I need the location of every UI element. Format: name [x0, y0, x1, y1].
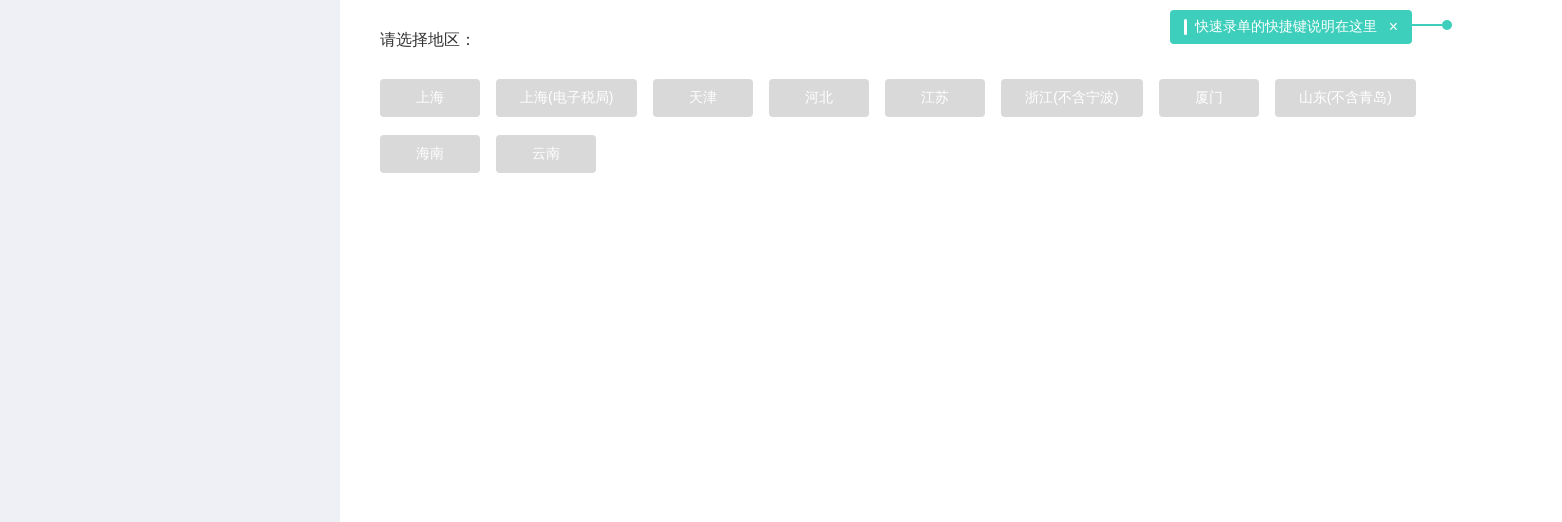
region-button-hainan[interactable]: 海南	[380, 135, 480, 173]
region-button-tianjin[interactable]: 天津	[653, 79, 753, 117]
tooltip-close-button[interactable]: ×	[1389, 19, 1398, 35]
region-button-shanghai-etax[interactable]: 上海(电子税局)	[496, 79, 637, 117]
region-button-shanghai[interactable]: 上海	[380, 79, 480, 117]
left-sidebar	[0, 0, 340, 522]
region-button-hebei[interactable]: 河北	[769, 79, 869, 117]
tooltip-banner: 快速录单的快捷键说明在这里 ×	[1170, 10, 1412, 44]
tooltip-left-bar	[1184, 19, 1187, 35]
region-button-shandong[interactable]: 山东(不含青岛)	[1275, 79, 1416, 117]
region-button-jiangsu[interactable]: 江苏	[885, 79, 985, 117]
region-button-zhejiang[interactable]: 浙江(不含宁波)	[1001, 79, 1142, 117]
region-button-xiamen[interactable]: 厦门	[1159, 79, 1259, 117]
tooltip-connector-line	[1412, 24, 1442, 26]
main-content: 请选择地区： 上海上海(电子税局)天津河北江苏浙江(不含宁波)厦门山东(不含青岛…	[340, 0, 1562, 522]
region-buttons-container: 上海上海(电子税局) 天津河北江苏浙江(不含宁波) 厦门山东(不含青岛) 海南云南	[380, 79, 1522, 173]
tooltip-text: 快速录单的快捷键说明在这里	[1195, 18, 1377, 36]
region-button-yunnan[interactable]: 云南	[496, 135, 596, 173]
tooltip-connector-dot	[1442, 20, 1452, 30]
